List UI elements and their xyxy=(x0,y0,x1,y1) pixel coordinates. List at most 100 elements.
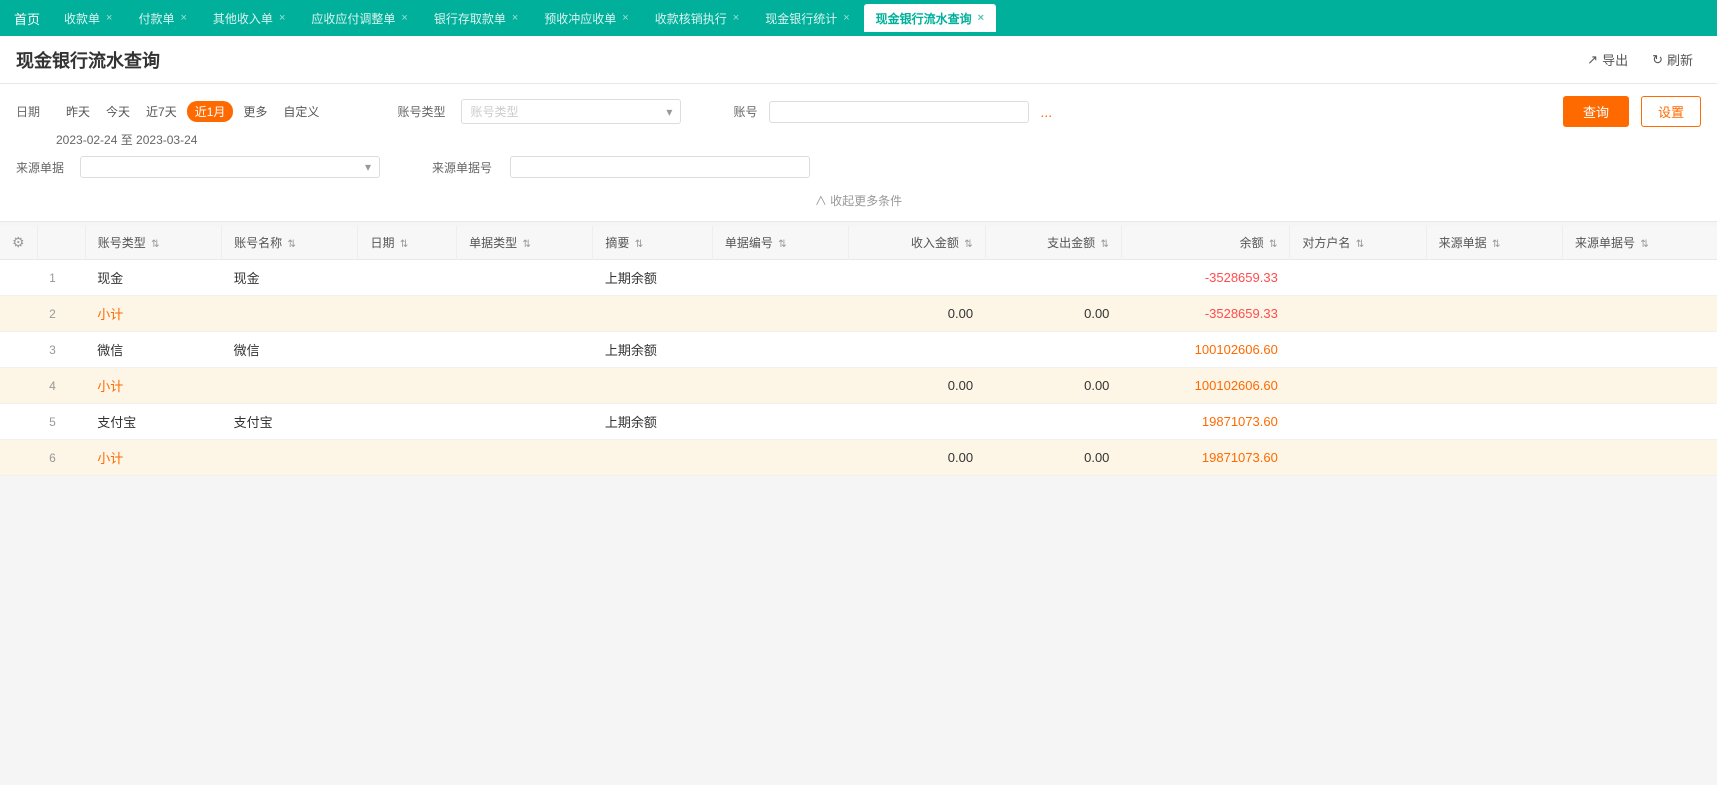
row-account-type: 小计 xyxy=(85,440,221,476)
close-icon[interactable]: × xyxy=(622,12,628,24)
row-doc-no xyxy=(712,296,848,332)
refresh-icon: ↻ xyxy=(1652,52,1663,68)
row-counterpart xyxy=(1290,368,1426,404)
account-type-group: 账号类型 账号类型 ▾ xyxy=(397,99,681,124)
col-expense: 支出金额 ⇅ xyxy=(985,226,1121,260)
close-icon[interactable]: × xyxy=(401,12,407,24)
row-source-doc-no xyxy=(1563,296,1717,332)
row-settings-cell xyxy=(0,260,37,296)
filter-row-1: 日期 昨天 今天 近7天 近1月 更多 自定义 账号类型 账号类型 ▾ 账号 .… xyxy=(16,96,1701,127)
row-expense: 0.00 xyxy=(985,296,1121,332)
sort-icon[interactable]: ⇅ xyxy=(1356,239,1364,250)
row-income xyxy=(849,260,985,296)
sort-icon[interactable]: ⇅ xyxy=(522,239,530,250)
date-btn-7days[interactable]: 近7天 xyxy=(140,101,183,122)
date-buttons: 昨天 今天 近7天 近1月 更多 自定义 xyxy=(60,101,325,122)
row-settings-cell xyxy=(0,296,37,332)
date-btn-today[interactable]: 今天 xyxy=(100,101,136,122)
account-type-value: 账号类型 xyxy=(470,103,518,120)
col-income: 收入金额 ⇅ xyxy=(849,226,985,260)
close-icon[interactable]: × xyxy=(512,12,518,24)
refresh-button[interactable]: ↻ 刷新 xyxy=(1644,46,1701,73)
nav-home[interactable]: 首页 xyxy=(4,9,50,28)
row-doc-type xyxy=(457,440,593,476)
row-source-doc xyxy=(1426,296,1562,332)
row-source-doc xyxy=(1426,368,1562,404)
row-account-name: 支付宝 xyxy=(222,404,358,440)
sort-icon[interactable]: ⇅ xyxy=(1492,239,1500,250)
account-dots-button[interactable]: ... xyxy=(1037,101,1055,123)
settings-button[interactable]: 设置 xyxy=(1641,96,1701,127)
source-doc-label: 来源单据 xyxy=(16,159,72,176)
close-icon[interactable]: × xyxy=(733,12,739,24)
query-button[interactable]: 查询 xyxy=(1563,96,1629,127)
row-num: 2 xyxy=(37,296,85,332)
sort-icon[interactable]: ⇅ xyxy=(1101,239,1109,250)
row-balance: 19871073.60 xyxy=(1121,404,1289,440)
table-header-row: ⚙ 账号类型 ⇅ 账号名称 ⇅ 日期 ⇅ 单据类型 ⇅ xyxy=(0,226,1717,260)
col-date: 日期 ⇅ xyxy=(358,226,457,260)
nav-tab-2[interactable]: 其他收入单 × xyxy=(201,4,297,32)
row-date xyxy=(358,260,457,296)
close-icon[interactable]: × xyxy=(843,12,849,24)
account-type-select[interactable]: 账号类型 ▾ xyxy=(461,99,681,124)
nav-tab-1[interactable]: 付款单 × xyxy=(126,4,198,32)
dropdown-icon-2: ▾ xyxy=(365,160,371,174)
date-btn-custom[interactable]: 自定义 xyxy=(277,101,325,122)
row-summary xyxy=(593,296,712,332)
row-account-name xyxy=(222,368,358,404)
row-counterpart xyxy=(1290,404,1426,440)
collapse-bar[interactable]: ∧ 收起更多条件 xyxy=(16,188,1701,213)
sort-icon[interactable]: ⇅ xyxy=(1640,239,1648,250)
close-icon[interactable]: × xyxy=(180,12,186,24)
source-doc-select[interactable]: ▾ xyxy=(80,156,380,178)
account-input[interactable] xyxy=(769,101,1029,123)
account-type-label: 账号类型 xyxy=(397,103,453,120)
row-income: 0.00 xyxy=(849,296,985,332)
row-num: 6 xyxy=(37,440,85,476)
collapse-icon: ∧ xyxy=(815,194,830,208)
nav-tab-6[interactable]: 收款核销执行 × xyxy=(643,4,751,32)
row-source-doc-no xyxy=(1563,332,1717,368)
sort-icon[interactable]: ⇅ xyxy=(400,239,408,250)
sort-icon[interactable]: ⇅ xyxy=(151,239,159,250)
nav-tab-8[interactable]: 现金银行流水查询 × xyxy=(864,4,996,32)
close-icon[interactable]: × xyxy=(978,12,984,24)
header-bar: 现金银行流水查询 ↗ 导出 ↻ 刷新 xyxy=(0,36,1717,84)
date-btn-more[interactable]: 更多 xyxy=(237,101,273,122)
col-account-type: 账号类型 ⇅ xyxy=(85,226,221,260)
table-row: 3 微信 微信 上期余额 100102606.60 xyxy=(0,332,1717,368)
date-btn-1month[interactable]: 近1月 xyxy=(187,101,234,122)
sort-icon[interactable]: ⇅ xyxy=(287,239,295,250)
nav-tab-3[interactable]: 应收应付调整单 × xyxy=(299,4,419,32)
sort-icon[interactable]: ⇅ xyxy=(778,239,786,250)
nav-tab-0[interactable]: 收款单 × xyxy=(52,4,124,32)
date-btn-yesterday[interactable]: 昨天 xyxy=(60,101,96,122)
nav-tab-4[interactable]: 银行存取款单 × xyxy=(422,4,530,32)
export-button[interactable]: ↗ 导出 xyxy=(1579,46,1636,73)
source-doc-no-input[interactable] xyxy=(510,156,810,178)
sort-icon[interactable]: ⇅ xyxy=(1269,239,1277,250)
sort-icon[interactable]: ⇅ xyxy=(964,239,972,250)
close-icon[interactable]: × xyxy=(106,12,112,24)
row-account-type: 现金 xyxy=(85,260,221,296)
row-doc-no xyxy=(712,332,848,368)
row-counterpart xyxy=(1290,296,1426,332)
sort-icon[interactable]: ⇅ xyxy=(635,239,643,250)
row-expense: 0.00 xyxy=(985,368,1121,404)
row-balance: -3528659.33 xyxy=(1121,296,1289,332)
nav-tab-7[interactable]: 现金银行统计 × xyxy=(753,4,861,32)
row-num: 1 xyxy=(37,260,85,296)
row-balance: 100102606.60 xyxy=(1121,332,1289,368)
row-expense: 0.00 xyxy=(985,440,1121,476)
date-filter-group: 日期 昨天 今天 近7天 近1月 更多 自定义 xyxy=(16,101,325,122)
row-date xyxy=(358,404,457,440)
nav-tab-5[interactable]: 预收冲应收单 × xyxy=(532,4,640,32)
source-doc-no-label: 来源单据号 xyxy=(432,159,502,176)
gear-icon[interactable]: ⚙ xyxy=(12,234,25,250)
row-doc-no xyxy=(712,260,848,296)
row-settings-cell xyxy=(0,368,37,404)
close-icon[interactable]: × xyxy=(279,12,285,24)
row-summary xyxy=(593,368,712,404)
row-num: 4 xyxy=(37,368,85,404)
